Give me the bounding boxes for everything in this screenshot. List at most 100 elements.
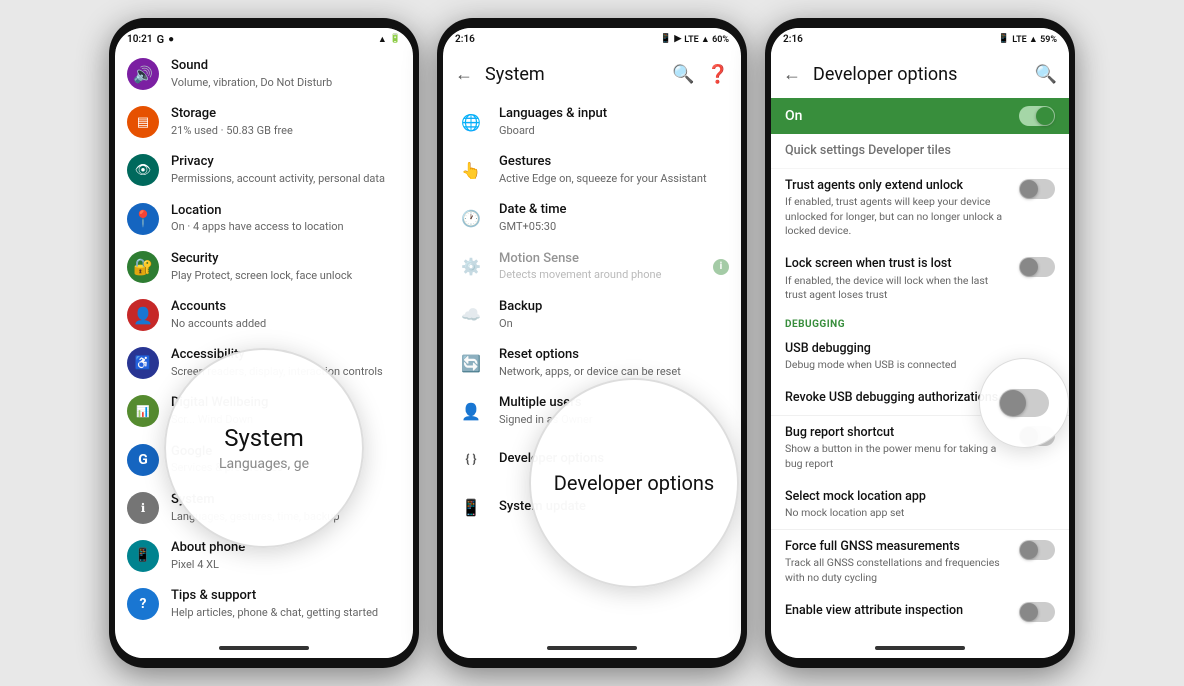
tips-title: Tips & support	[171, 588, 401, 605]
bug-report-title: Bug report shortcut	[785, 424, 1011, 442]
lte-label: LTE ▲ 60%	[684, 34, 729, 45]
gnss-toggle[interactable]	[1019, 540, 1055, 560]
list-item[interactable]: Select mock location app No mock locatio…	[771, 480, 1069, 530]
back-button-2[interactable]: ←	[455, 64, 473, 85]
status-icons-2: 📱 ▶ LTE ▲ 60%	[660, 34, 729, 45]
view-attribute-toggle[interactable]	[1019, 602, 1055, 622]
info-badge: i	[713, 259, 729, 275]
wifi-icon: ▲	[378, 34, 387, 45]
circle-overlay-2: Developer options	[529, 378, 739, 588]
location-title: Location	[171, 203, 401, 220]
backup-icon: ☁️	[455, 299, 487, 331]
nav-pill-2	[547, 646, 637, 650]
status-icons-1: ▲ 🔋	[378, 34, 401, 45]
whatsapp-icon: 📱	[660, 34, 671, 44]
list-item[interactable]: 📍 Location On · 4 apps have access to lo…	[115, 195, 413, 243]
status-time-3: 2:16	[783, 34, 803, 45]
list-item[interactable]: 👤 Accounts No accounts added	[115, 291, 413, 339]
list-item[interactable]: ? Tips & support Help articles, phone & …	[115, 580, 413, 628]
reset-text: Reset options Network, apps, or device c…	[499, 347, 729, 379]
sound-subtitle: Volume, vibration, Do Not Disturb	[171, 76, 401, 90]
gnss-title: Force full GNSS measurements	[785, 538, 1011, 556]
languages-icon: 🌐	[455, 106, 487, 138]
privacy-icon: 👁	[127, 154, 159, 186]
motion-sense-subtitle: Detects movement around phone	[499, 268, 701, 282]
google-services-icon: G	[127, 444, 159, 476]
search-icon-3[interactable]: 🔍	[1035, 64, 1057, 85]
dev-on-toggle[interactable]	[1019, 106, 1055, 126]
list-item[interactable]: Force full GNSS measurements Track all G…	[771, 530, 1069, 594]
toggle-thumb-gnss	[1020, 541, 1038, 559]
dev-on-bar[interactable]: On	[771, 98, 1069, 134]
lock-screen-toggle[interactable]	[1019, 257, 1055, 277]
toggle-thumb-view	[1020, 603, 1038, 621]
motion-sense-text: Motion Sense Detects movement around pho…	[499, 251, 701, 283]
gestures-title: Gestures	[499, 154, 729, 171]
lock-screen-text: Lock screen when trust is lost If enable…	[785, 255, 1011, 303]
sound-icon: 🔊	[127, 58, 159, 90]
security-text: Security Play Protect, screen lock, face…	[171, 251, 401, 283]
privacy-title: Privacy	[171, 154, 401, 171]
list-item[interactable]: Trust agents only extend unlock If enabl…	[771, 169, 1069, 248]
reset-subtitle: Network, apps, or device can be reset	[499, 365, 729, 379]
list-item[interactable]: ⚙️ Motion Sense Detects movement around …	[443, 243, 741, 291]
system-update-icon: 📱	[455, 491, 487, 523]
time-2: 2:16	[455, 34, 475, 45]
dev-options-icon: { }	[455, 443, 487, 475]
accounts-title: Accounts	[171, 299, 401, 316]
circle-subtext-1: Languages, ge	[219, 456, 309, 472]
status-time-1: 10:21 G ●	[127, 33, 174, 46]
location-subtitle: On · 4 apps have access to location	[171, 220, 401, 234]
backup-text: Backup On	[499, 299, 729, 331]
about-phone-subtitle: Pixel 4 XL	[171, 558, 401, 572]
list-item[interactable]: ▤ Storage 21% used · 50.83 GB free	[115, 98, 413, 146]
reset-icon: 🔄	[455, 347, 487, 379]
list-item[interactable]: Lock screen when trust is lost If enable…	[771, 247, 1069, 311]
list-item[interactable]: 👆 Gestures Active Edge on, squeeze for y…	[443, 146, 741, 194]
gestures-text: Gestures Active Edge on, squeeze for you…	[499, 154, 729, 186]
trust-agents-toggle[interactable]	[1019, 179, 1055, 199]
back-button-3[interactable]: ←	[783, 64, 801, 85]
sound-text: Sound Volume, vibration, Do Not Disturb	[171, 58, 401, 90]
nav-bar-2	[443, 638, 741, 658]
storage-text: Storage 21% used · 50.83 GB free	[171, 106, 401, 138]
toggle-circle-overlay[interactable]	[979, 358, 1069, 448]
list-item[interactable]: 👁 Privacy Permissions, account activity,…	[115, 146, 413, 194]
lte-3: LTE ▲ 59%	[1012, 34, 1057, 45]
reset-title: Reset options	[499, 347, 729, 364]
list-item[interactable]: 🌐 Languages & input Gboard	[443, 98, 741, 146]
list-item[interactable]: 🕐 Date & time GMT+05:30	[443, 194, 741, 242]
trust-agents-text: Trust agents only extend unlock If enabl…	[785, 177, 1011, 240]
backup-title: Backup	[499, 299, 729, 316]
list-item[interactable]: 🔐 Security Play Protect, screen lock, fa…	[115, 243, 413, 291]
about-phone-icon: 📱	[127, 540, 159, 572]
list-item[interactable]: Quick settings Developer tiles	[771, 134, 1069, 169]
list-item[interactable]: Select debug app	[771, 630, 1069, 638]
list-item[interactable]: 🔊 Sound Volume, vibration, Do Not Distur…	[115, 50, 413, 98]
languages-subtitle: Gboard	[499, 124, 729, 138]
phone-3-screen: 2:16 📱 LTE ▲ 59% ← Developer options 🔍 O…	[771, 28, 1069, 658]
list-item[interactable]: Enable view attribute inspection	[771, 594, 1069, 630]
help-icon-2[interactable]: ❓	[707, 64, 729, 85]
security-icon: 🔐	[127, 251, 159, 283]
tips-text: Tips & support Help articles, phone & ch…	[171, 588, 401, 620]
datetime-subtitle: GMT+05:30	[499, 220, 729, 234]
list-item[interactable]: 🔄 Reset options Network, apps, or device…	[443, 339, 741, 387]
datetime-icon: 🕐	[455, 202, 487, 234]
nav-pill-3	[875, 646, 965, 650]
gestures-subtitle: Active Edge on, squeeze for your Assista…	[499, 172, 729, 186]
toggle-thumb-usb-zoomed	[1000, 390, 1026, 416]
location-icon: 📍	[127, 203, 159, 235]
nav-bar-3	[771, 638, 1069, 658]
battery-icon: 🔋	[390, 34, 401, 44]
dev-options-header-title: Developer options	[813, 64, 1023, 85]
bug-report-subtitle: Show a button in the power menu for taki…	[785, 442, 1011, 471]
location-text: Location On · 4 apps have access to loca…	[171, 203, 401, 235]
search-icon-2[interactable]: 🔍	[672, 64, 694, 85]
list-item[interactable]: ☁️ Backup On	[443, 291, 741, 339]
trust-agents-subtitle: If enabled, trust agents will keep your …	[785, 195, 1011, 239]
usb-debug-toggle-zoomed[interactable]	[999, 389, 1049, 417]
system-header: ← System 🔍 ❓	[443, 50, 741, 98]
signal-icon: ●	[168, 34, 174, 45]
mock-location-title: Select mock location app	[785, 488, 1055, 506]
